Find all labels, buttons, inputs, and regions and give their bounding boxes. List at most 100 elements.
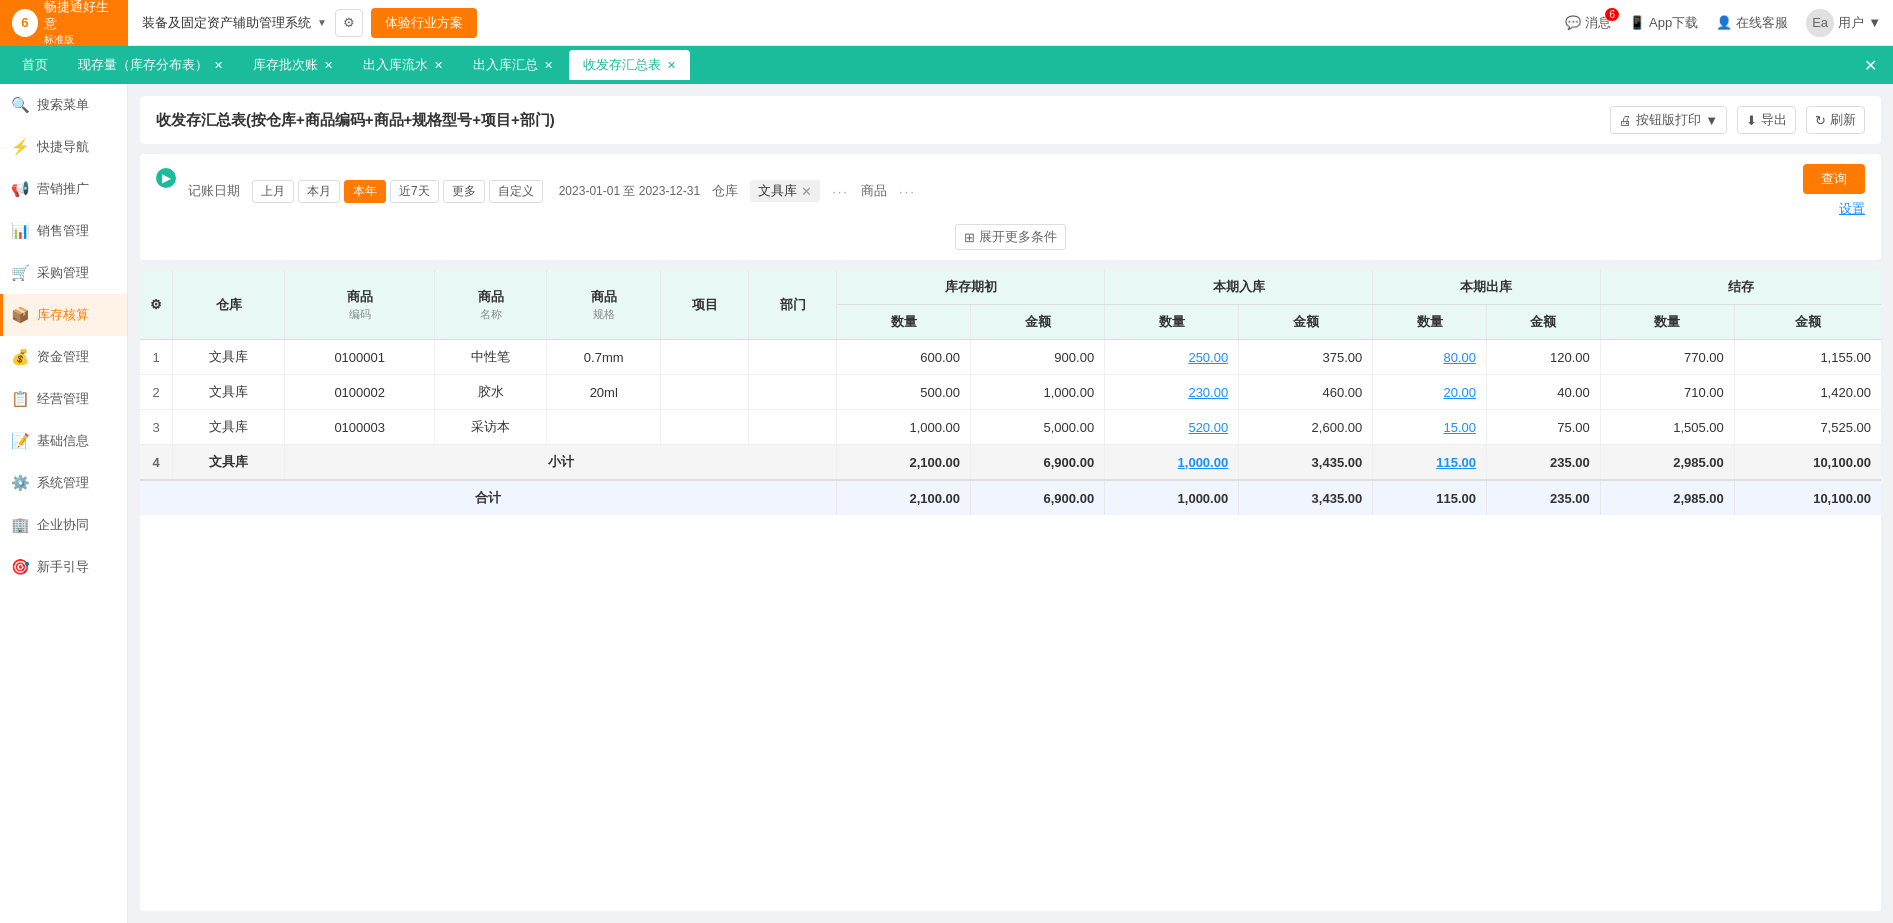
date-btn-last-month[interactable]: 上月 (252, 180, 294, 203)
tab-close-summary[interactable]: ✕ (544, 59, 553, 72)
tab-close-batch[interactable]: ✕ (324, 59, 333, 72)
sidebar-item-newbie[interactable]: 🎯 新手引导 (0, 546, 127, 588)
th-code: 商品编码 (285, 270, 435, 340)
subtotal-in-amt: 3,435.00 (1239, 445, 1373, 481)
sidebar-item-system[interactable]: ⚙️ 系统管理 (0, 462, 127, 504)
message-icon: 💬 (1565, 15, 1581, 30)
tab-recv-send[interactable]: 收发存汇总表 ✕ (569, 50, 690, 80)
tab-batch[interactable]: 库存批次账 ✕ (239, 50, 347, 80)
cell-warehouse: 文具库 (173, 410, 285, 445)
cell-open-amt: 900.00 (971, 340, 1105, 375)
title-dropdown-arrow: ▼ (317, 17, 327, 28)
sidebar-item-finance[interactable]: 💰 资金管理 (0, 336, 127, 378)
cell-name: 采访本 (435, 410, 547, 445)
sidebar-item-enterprise[interactable]: 🏢 企业协同 (0, 504, 127, 546)
cell-open-qty: 1,000.00 (837, 410, 971, 445)
tab-stock-dist[interactable]: 现存量（库存分布表） ✕ (64, 50, 237, 80)
cell-close-amt: 7,525.00 (1734, 410, 1881, 445)
sidebar-item-purchase[interactable]: 🛒 采购管理 (0, 252, 127, 294)
footer-close-qty: 2,985.00 (1600, 480, 1734, 515)
sidebar-item-sales[interactable]: 📊 销售管理 (0, 210, 127, 252)
user-button[interactable]: Ea 用户 ▼ (1806, 9, 1881, 37)
tab-close-flow[interactable]: ✕ (434, 59, 443, 72)
tab-flow[interactable]: 出入库流水 ✕ (349, 50, 457, 80)
tab-close-recv-send[interactable]: ✕ (667, 59, 676, 72)
refresh-button[interactable]: ↻ 刷新 (1806, 106, 1865, 134)
th-warehouse: 仓库 (173, 270, 285, 340)
filter-row: 记账日期 上月 本月 本年 近7天 更多 自定义 2023-01-01 至 20… (188, 164, 1865, 218)
cell-in-qty[interactable]: 230.00 (1105, 375, 1239, 410)
goods-more-dots[interactable]: ··· (899, 184, 916, 199)
cell-in-amt: 2,600.00 (1239, 410, 1373, 445)
sidebar-item-inventory[interactable]: 📦 库存核算 (0, 294, 127, 336)
cell-out-qty[interactable]: 20.00 (1373, 375, 1487, 410)
cell-num: 3 (140, 410, 173, 445)
sidebar: 🔍 搜索菜单 ⚡ 快捷导航 📢 营销推广 📊 销售管理 🛒 采购管理 📦 库存核… (0, 84, 128, 923)
date-filter-label: 记账日期 (188, 182, 240, 200)
user-dropdown-arrow: ▼ (1868, 15, 1881, 30)
sidebar-item-quick-nav[interactable]: ⚡ 快捷导航 (0, 126, 127, 168)
page-title-bar: 收发存汇总表(按仓库+商品编码+商品+规格型号+项目+部门) 🖨 按钮版打印 ▼… (140, 96, 1881, 144)
data-table: ⚙ 仓库 商品编码 商品名称 商品规格 项目 部门 库存期初 本期入库 本期出库… (140, 270, 1881, 515)
sidebar-item-basic[interactable]: 📝 基础信息 (0, 420, 127, 462)
cell-spec (547, 410, 661, 445)
online-service-button[interactable]: 👤 在线客服 (1716, 14, 1788, 32)
tab-bar: 首页 现存量（库存分布表） ✕ 库存批次账 ✕ 出入库流水 ✕ 出入库汇总 ✕ … (0, 46, 1893, 84)
table-row: 2 文具库 0100002 胶水 20ml 500.00 1,000.00 23… (140, 375, 1881, 410)
page-content: 收发存汇总表(按仓库+商品编码+商品+规格型号+项目+部门) 🖨 按钮版打印 ▼… (128, 84, 1893, 923)
inventory-icon: 📦 (11, 306, 29, 324)
subtotal-close-qty: 2,985.00 (1600, 445, 1734, 481)
export-button[interactable]: ⬇ 导出 (1737, 106, 1796, 134)
th-period-out: 本期出库 (1373, 270, 1601, 305)
cell-open-qty: 500.00 (837, 375, 971, 410)
message-badge: 6 (1605, 8, 1619, 21)
th-open-amt: 金额 (971, 305, 1105, 340)
tab-home[interactable]: 首页 (8, 50, 62, 80)
tab-bar-close[interactable]: ✕ (1856, 56, 1885, 75)
cell-out-qty[interactable]: 80.00 (1373, 340, 1487, 375)
subtotal-warehouse: 文具库 (173, 445, 285, 481)
print-button[interactable]: 🖨 按钮版打印 ▼ (1610, 106, 1727, 134)
tab-close-stock-dist[interactable]: ✕ (214, 59, 223, 72)
cell-warehouse: 文具库 (173, 375, 285, 410)
subtotal-close-amt: 10,100.00 (1734, 445, 1881, 481)
footer-in-qty: 1,000.00 (1105, 480, 1239, 515)
settings-gear-button[interactable]: ⚙ (335, 9, 363, 37)
user-avatar: Ea (1806, 9, 1834, 37)
date-btn-more[interactable]: 更多 (443, 180, 485, 203)
footer-open-amt: 6,900.00 (971, 480, 1105, 515)
title-actions: 🖨 按钮版打印 ▼ ⬇ 导出 ↻ 刷新 (1610, 106, 1865, 134)
cell-num: 1 (140, 340, 173, 375)
sidebar-item-search[interactable]: 🔍 搜索菜单 (0, 84, 127, 126)
logo-area: 6 畅捷通好生意 标准版 (0, 0, 128, 46)
page-title: 收发存汇总表(按仓库+商品编码+商品+规格型号+项目+部门) (156, 111, 555, 130)
cell-name: 中性笔 (435, 340, 547, 375)
query-button[interactable]: 查询 (1803, 164, 1865, 194)
marketing-icon: 📢 (11, 180, 29, 198)
content-area: 收发存汇总表(按仓库+商品编码+商品+规格型号+项目+部门) 🖨 按钮版打印 ▼… (128, 84, 1893, 923)
service-icon: 👤 (1716, 15, 1732, 30)
cell-in-qty[interactable]: 250.00 (1105, 340, 1239, 375)
warehouse-tag-close[interactable]: ✕ (801, 184, 812, 199)
message-button[interactable]: 💬 消息 6 (1565, 14, 1611, 32)
purchase-icon: 🛒 (11, 264, 29, 282)
date-btn-custom[interactable]: 自定义 (489, 180, 543, 203)
cell-out-qty[interactable]: 15.00 (1373, 410, 1487, 445)
header-right: 💬 消息 6 📱 App下载 👤 在线客服 Ea 用户 ▼ (1565, 9, 1881, 37)
expand-icon: ⊞ (964, 230, 975, 245)
cell-close-qty: 770.00 (1600, 340, 1734, 375)
cell-in-qty[interactable]: 520.00 (1105, 410, 1239, 445)
experience-button[interactable]: 体验行业方案 (371, 8, 477, 38)
settings-link[interactable]: 设置 (1839, 200, 1865, 218)
date-btn-7days[interactable]: 近7天 (390, 180, 439, 203)
date-btn-this-year[interactable]: 本年 (344, 180, 386, 203)
sidebar-item-operation[interactable]: 📋 经营管理 (0, 378, 127, 420)
tab-summary[interactable]: 出入库汇总 ✕ (459, 50, 567, 80)
sidebar-item-marketing[interactable]: 📢 营销推广 (0, 168, 127, 210)
warehouse-more-dots[interactable]: ··· (832, 184, 849, 199)
th-name: 商品名称 (435, 270, 547, 340)
app-download-button[interactable]: 📱 App下载 (1629, 14, 1698, 32)
date-btn-this-month[interactable]: 本月 (298, 180, 340, 203)
filter-collapse-button[interactable]: ▶ (156, 168, 176, 188)
expand-conditions-button[interactable]: ⊞ 展开更多条件 (955, 224, 1066, 250)
